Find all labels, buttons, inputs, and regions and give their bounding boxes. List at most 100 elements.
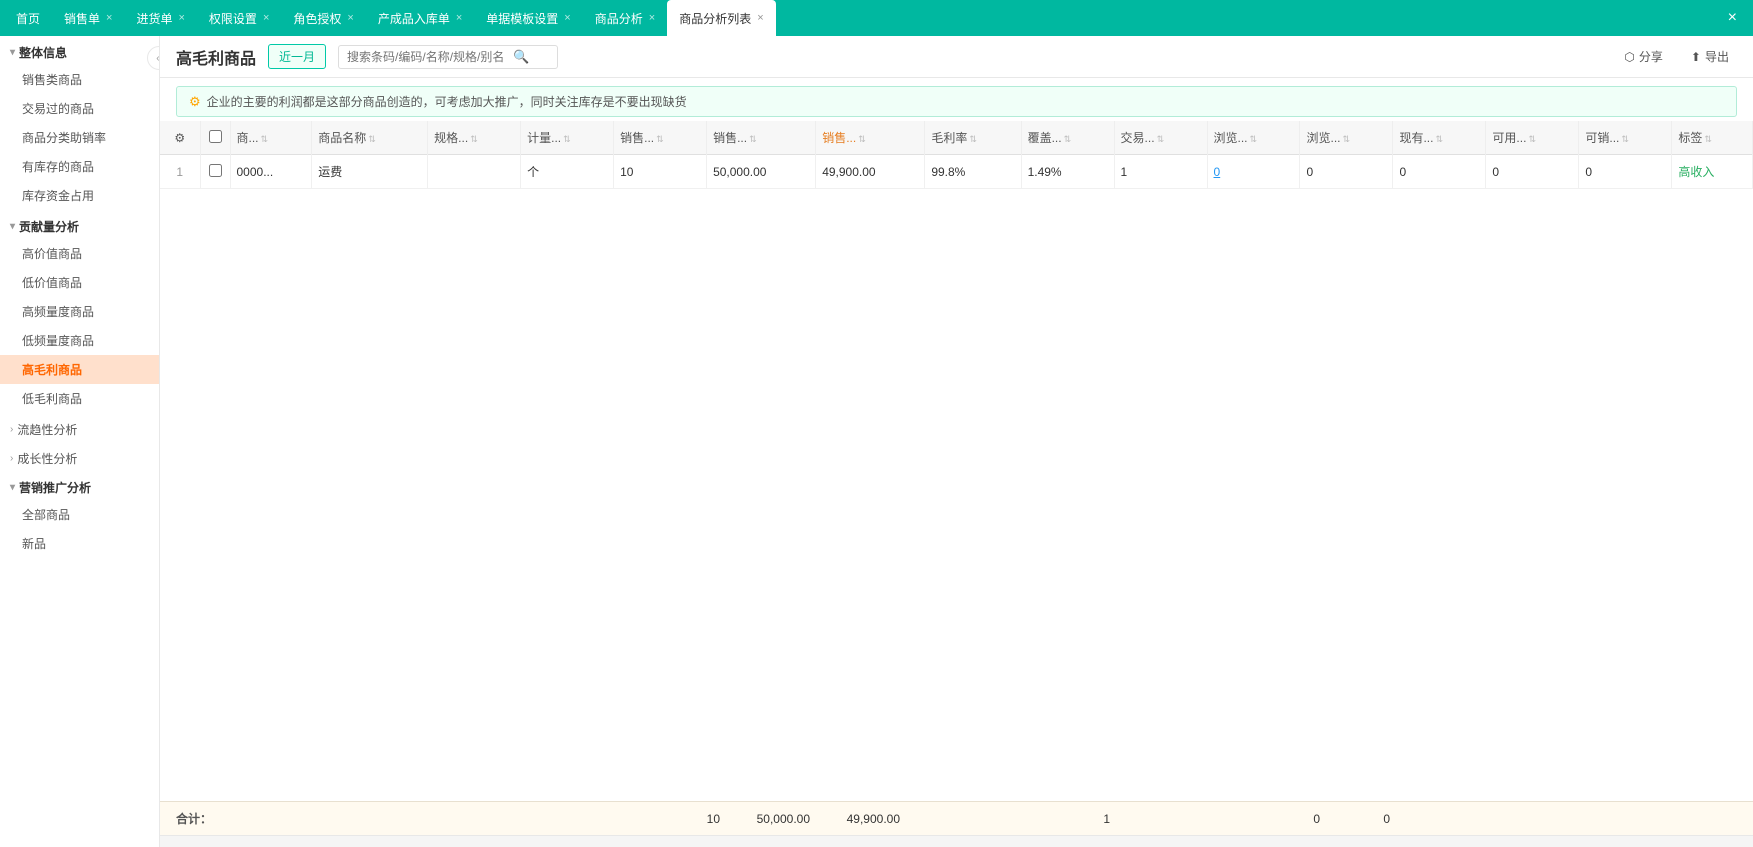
close-sales-tab[interactable]: ×: [106, 12, 112, 24]
cell-seq: 1: [160, 155, 200, 189]
sidebar-section-overall[interactable]: ▾ 整体信息: [0, 36, 159, 65]
total-sales-qty: 10: [666, 812, 726, 826]
sidebar-item-category-rate[interactable]: 商品分类助销率: [0, 123, 159, 152]
sidebar-item-all-goods[interactable]: 全部商品: [0, 500, 159, 529]
col-header-unit[interactable]: 计量...⇅: [521, 121, 614, 155]
cell-available: 0: [1486, 155, 1579, 189]
col-header-saleable[interactable]: 可销...⇅: [1579, 121, 1672, 155]
col-header-code[interactable]: 商...⇅: [230, 121, 312, 155]
sidebar-section-growth[interactable]: › 成长性分析: [0, 442, 159, 471]
col-header-seq[interactable]: ⚙: [160, 121, 200, 155]
col-header-available[interactable]: 可用...⇅: [1486, 121, 1579, 155]
row-checkbox[interactable]: [209, 164, 222, 177]
col-header-coverage[interactable]: 覆盖...⇅: [1021, 121, 1114, 155]
nav-analysis[interactable]: 商品分析 ×: [583, 0, 667, 36]
col-header-check[interactable]: [200, 121, 230, 155]
nav-permission[interactable]: 权限设置 ×: [197, 0, 281, 36]
cell-tag: 高收入: [1672, 155, 1753, 189]
cell-sales-amount: 50,000.00: [707, 155, 816, 189]
cell-name: 运费: [312, 155, 428, 189]
sidebar-section-marketing[interactable]: ▾ 营销推广分析: [0, 471, 159, 500]
close-template-tab[interactable]: ×: [564, 12, 570, 24]
col-header-browse2[interactable]: 浏览...⇅: [1300, 121, 1393, 155]
page-title: 高毛利商品: [176, 45, 256, 69]
arrow-icon: ▾: [10, 47, 15, 58]
total-trade: 1: [1046, 812, 1116, 826]
nav-product-inbound[interactable]: 产成品入库单 ×: [366, 0, 474, 36]
close-analysis-tab[interactable]: ×: [649, 12, 655, 24]
close-permission-tab[interactable]: ×: [263, 12, 269, 24]
cell-browse2: 0: [1300, 155, 1393, 189]
sidebar: « ▾ 整体信息 销售类商品 交易过的商品 商品分类助销率 有库存的商品 库存资…: [0, 36, 160, 847]
nav-purchase[interactable]: 进货单 ×: [124, 0, 196, 36]
cell-unit: 个: [521, 155, 614, 189]
share-button[interactable]: ⬡ 分享: [1616, 44, 1671, 69]
search-icon[interactable]: 🔍: [513, 49, 529, 65]
share-icon: ⬡: [1624, 50, 1634, 64]
sidebar-section-contribution[interactable]: ▾ 贡献量分析: [0, 210, 159, 239]
col-header-browse1[interactable]: 浏览...⇅: [1207, 121, 1300, 155]
sidebar-item-high-freq[interactable]: 高频量度商品: [0, 297, 159, 326]
main-layout: « ▾ 整体信息 销售类商品 交易过的商品 商品分类助销率 有库存的商品 库存资…: [0, 36, 1753, 847]
search-input[interactable]: [347, 50, 507, 64]
footer-total: 合计： 10 50,000.00 49,900.00 1 0 0: [160, 801, 1753, 835]
sidebar-item-low-value[interactable]: 低价值商品: [0, 268, 159, 297]
total-available: 0: [1326, 812, 1396, 826]
table-row: 1 0000... 运费 个 10 50,000.00 49,900.00 99…: [160, 155, 1753, 189]
cell-trade: 1: [1114, 155, 1207, 189]
nav-sales[interactable]: 销售单 ×: [52, 0, 124, 36]
info-banner: ⚙ 企业的主要的利润都是这部分商品创造的，可考虑加大推广，同时关注库存是不要出现…: [176, 86, 1737, 117]
total-sales-profit: 49,900.00: [816, 812, 906, 826]
col-header-sales-amount[interactable]: 销售...⇅: [707, 121, 816, 155]
sidebar-item-new-goods[interactable]: 新品: [0, 529, 159, 558]
col-header-name[interactable]: 商品名称⇅: [312, 121, 428, 155]
close-role-tab[interactable]: ×: [347, 12, 353, 24]
nav-analysis-list[interactable]: 商品分析列表 ×: [667, 0, 775, 36]
close-purchase-tab[interactable]: ×: [178, 12, 184, 24]
sidebar-item-low-margin[interactable]: 低毛利商品: [0, 384, 159, 413]
total-cells: 10 50,000.00 49,900.00 1 0 0: [316, 812, 1737, 826]
sidebar-item-in-stock[interactable]: 有库存的商品: [0, 152, 159, 181]
cell-sales-qty: 10: [614, 155, 707, 189]
total-stock-now: 0: [1256, 812, 1326, 826]
arrow-icon-2: ▾: [10, 221, 15, 232]
export-icon: ⬆: [1691, 50, 1701, 64]
cell-code: 0000...: [230, 155, 312, 189]
cell-browse1[interactable]: 0: [1207, 155, 1300, 189]
close-inbound-tab[interactable]: ×: [456, 12, 462, 24]
total-label: 合计：: [176, 810, 296, 827]
col-header-gross-rate[interactable]: 毛利率⇅: [925, 121, 1021, 155]
sidebar-item-low-freq[interactable]: 低频量度商品: [0, 326, 159, 355]
sidebar-item-sales-goods[interactable]: 销售类商品: [0, 65, 159, 94]
cell-spec: [428, 155, 521, 189]
data-table: ⚙ 商...⇅ 商品名称⇅ 规格...⇅ 计量...⇅ 销售...⇅ 销售...…: [160, 121, 1753, 189]
sidebar-item-high-margin[interactable]: 高毛利商品: [0, 355, 159, 384]
export-button[interactable]: ⬆ 导出: [1683, 44, 1737, 69]
nav-home[interactable]: 首页: [4, 0, 52, 36]
close-analysis-list-tab[interactable]: ×: [757, 12, 763, 24]
col-header-trade[interactable]: 交易...⇅: [1114, 121, 1207, 155]
select-all-checkbox[interactable]: [209, 130, 222, 143]
filter-recent-month-button[interactable]: 近一月: [268, 44, 326, 69]
close-window-button[interactable]: ×: [1716, 9, 1749, 27]
sidebar-item-traded-goods[interactable]: 交易过的商品: [0, 94, 159, 123]
nav-role[interactable]: 角色授权 ×: [281, 0, 365, 36]
col-header-sales-qty[interactable]: 销售...⇅: [614, 121, 707, 155]
content-header: 高毛利商品 近一月 🔍 ⬡ 分享 ⬆ 导出: [160, 36, 1753, 78]
info-icon: ⚙: [189, 94, 201, 110]
top-nav: 首页 销售单 × 进货单 × 权限设置 × 角色授权 × 产成品入库单 × 单据…: [0, 0, 1753, 36]
content-area: 高毛利商品 近一月 🔍 ⬡ 分享 ⬆ 导出 ⚙ 企业的主要的利润都是这部分商品创…: [160, 36, 1753, 847]
sidebar-section-trend[interactable]: › 流趋性分析: [0, 413, 159, 442]
col-header-tag[interactable]: 标签⇅: [1672, 121, 1753, 155]
bottom-scrollbar[interactable]: [160, 835, 1753, 847]
cell-check[interactable]: [200, 155, 230, 189]
col-header-sales-profit[interactable]: 销售...⇅: [816, 121, 925, 155]
data-table-container: ⚙ 商...⇅ 商品名称⇅ 规格...⇅ 计量...⇅ 销售...⇅ 销售...…: [160, 121, 1753, 801]
col-header-stock-now[interactable]: 现有...⇅: [1393, 121, 1486, 155]
sidebar-item-stock-capital[interactable]: 库存资金占用: [0, 181, 159, 210]
col-header-spec[interactable]: 规格...⇅: [428, 121, 521, 155]
arrow-icon-4: ›: [10, 453, 13, 464]
search-box: 🔍: [338, 45, 558, 69]
sidebar-item-high-value[interactable]: 高价值商品: [0, 239, 159, 268]
nav-template[interactable]: 单据模板设置 ×: [474, 0, 582, 36]
